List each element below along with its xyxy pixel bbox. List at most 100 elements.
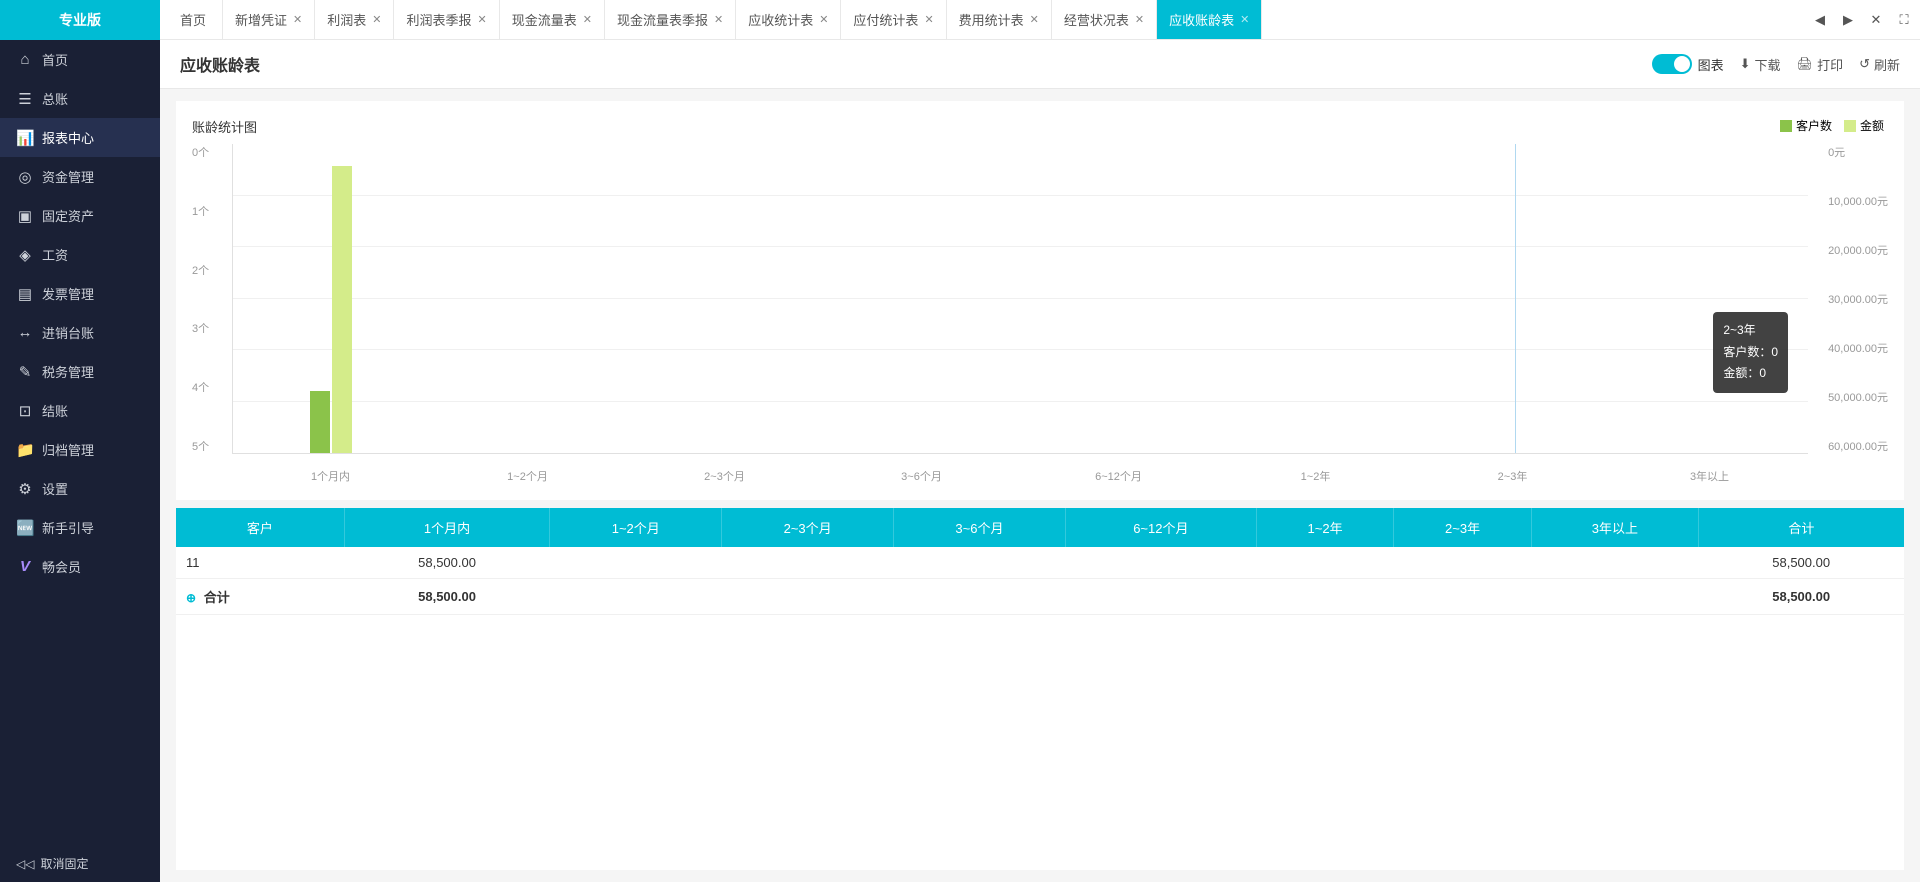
sidebar-logo: 专业版 [0,0,160,40]
tab-cashflow-quarter-close[interactable]: ✕ [714,13,723,26]
sidebar-item-reports[interactable]: 📊 报表中心 [0,118,160,157]
tab-biz-status-close[interactable]: ✕ [1135,13,1144,26]
chart-toggle-label: 图表 [1698,55,1724,74]
tab-voucher[interactable]: 新增凭证 ✕ [223,0,315,39]
tab-ap-stats-close[interactable]: ✕ [924,13,933,26]
tab-cashflow-close[interactable]: ✕ [583,13,592,26]
bar-group-m36 [824,144,1021,453]
sidebar-item-invoice[interactable]: ▤ 发票管理 [0,274,160,313]
tab-home[interactable]: 首页 [164,0,223,39]
tab-ap-stats[interactable]: 应付统计表 ✕ [841,0,946,39]
td-total-m1: 58,500.00 [344,579,550,615]
bar-m1-customer [310,391,330,453]
payroll-icon: ◈ [16,246,34,264]
td-y3plus [1531,547,1698,579]
sidebar-item-home[interactable]: ⌂ 首页 [0,40,160,79]
table-header-row: 客户 1个月内 1~2个月 2~3个月 3~6个月 6~12个月 1~2年 2~… [176,508,1904,547]
sidebar-item-vip[interactable]: V 畅会员 [0,547,160,586]
tab-voucher-close[interactable]: ✕ [293,13,302,26]
pin-icon: ◁◁ [16,857,34,871]
bars-area [233,144,1808,453]
tab-biz-status[interactable]: 经营状况表 ✕ [1052,0,1157,39]
tab-cashflow-label: 现金流量表 [512,10,577,29]
sidebar-item-ledger[interactable]: ☰ 总账 [0,79,160,118]
table-wrap: 客户 1个月内 1~2个月 2~3个月 3~6个月 6~12个月 1~2年 2~… [176,508,1904,870]
tab-ar-stats-close[interactable]: ✕ [819,13,828,26]
download-button[interactable]: ⬇ 下载 [1740,55,1781,74]
print-button[interactable]: 🖨 打印 [1797,55,1844,74]
chart-toggle[interactable] [1652,54,1692,74]
refresh-label: 刷新 [1874,55,1900,74]
sidebar-item-settings[interactable]: ⚙ 设置 [0,469,160,508]
sidebar-item-funds[interactable]: ◎ 资金管理 [0,157,160,196]
tab-ar-aging-close[interactable]: ✕ [1240,13,1249,26]
tab-nav-left[interactable]: ◀ [1808,8,1832,32]
sidebar-item-assets[interactable]: ▣ 固定资产 [0,196,160,235]
chart-title: 账龄统计图 [192,117,1888,136]
tab-expense-stats[interactable]: 费用统计表 ✕ [947,0,1052,39]
bar-m1-amount [332,166,352,453]
th-m12: 1~2个月 [550,508,722,547]
td-total-m612 [1065,579,1256,615]
y-right-label-60k: 60,000.00元 [1828,438,1888,454]
th-m1: 1个月内 [344,508,550,547]
tab-ar-stats[interactable]: 应收统计表 ✕ [736,0,841,39]
tax-icon: ✎ [16,363,34,381]
legend-amount-color [1844,120,1856,132]
tab-cashflow[interactable]: 现金流量表 ✕ [500,0,605,39]
tab-profit-quarter[interactable]: 利润表季报 ✕ [394,0,499,39]
bar-group-m12 [430,144,627,453]
tab-close-all[interactable]: ✕ [1864,8,1888,32]
sidebar-item-label: 进销台账 [42,323,94,342]
tab-expense-stats-close[interactable]: ✕ [1030,13,1039,26]
td-m23 [722,547,894,579]
tab-expand[interactable]: ⛶ [1892,8,1916,32]
sidebar-item-closing[interactable]: ⊡ 结账 [0,391,160,430]
sidebar-item-label: 固定资产 [42,206,94,225]
legend-customer-color [1780,120,1792,132]
bar-group-m23 [627,144,824,453]
tab-nav-right[interactable]: ▶ [1836,8,1860,32]
y-right-label-10k: 10,000.00元 [1828,193,1888,209]
x-label-m612: 6~12个月 [1020,464,1217,484]
y-axis-left: 5个 4个 3个 2个 1个 0个 [192,144,209,454]
td-m612 [1065,547,1256,579]
x-label-y3plus: 3年以上 [1611,464,1808,484]
sidebar-item-archive[interactable]: 📁 归档管理 [0,430,160,469]
sidebar-pin-toggle[interactable]: ◁◁ 取消固定 [0,845,160,882]
sidebar-item-label: 设置 [42,479,68,498]
sidebar: 专业版 ⌂ 首页 ☰ 总账 📊 报表中心 ◎ 资金管理 ▣ 固定资产 ◈ 工资 … [0,0,160,882]
bar-group-y3plus [1611,144,1808,453]
stock-icon: ↔ [16,324,34,341]
subtotal-icon: ⊕ [186,591,196,605]
tab-cashflow-quarter-label: 现金流量表季报 [617,10,708,29]
y-right-label-20k: 20,000.00元 [1828,242,1888,258]
sidebar-item-payroll[interactable]: ◈ 工资 [0,235,160,274]
tab-ar-aging[interactable]: 应收账龄表 ✕ [1157,0,1262,39]
sidebar-item-tax[interactable]: ✎ 税务管理 [0,352,160,391]
tab-profit-close[interactable]: ✕ [372,13,381,26]
download-icon: ⬇ [1740,56,1751,72]
settings-icon: ⚙ [16,480,34,498]
sidebar-item-stock[interactable]: ↔ 进销台账 [0,313,160,352]
sidebar-item-guide[interactable]: 🆕 新手引导 [0,508,160,547]
sidebar-item-label: 总账 [42,89,68,108]
total-label: 合计 [204,590,230,605]
tab-expense-stats-label: 费用统计表 [959,10,1024,29]
x-label-y12: 1~2年 [1217,464,1414,484]
x-axis: 1个月内 1~2个月 2~3个月 3~6个月 6~12个月 1~2年 2~3年 … [232,464,1808,484]
y-axis-right: 60,000.00元 50,000.00元 40,000.00元 30,000.… [1828,144,1888,454]
tab-ar-aging-label: 应收账龄表 [1169,10,1234,29]
th-y3plus: 3年以上 [1531,508,1698,547]
chart-legend: 客户数 金额 [1780,117,1884,134]
page-header: 应收账龄表 图表 ⬇ 下载 🖨 打印 ↺ 刷新 [160,40,1920,89]
page-title: 应收账龄表 [180,52,260,76]
y-left-label-3: 3个 [192,320,209,336]
tab-profit[interactable]: 利润表 ✕ [315,0,394,39]
th-m612: 6~12个月 [1065,508,1256,547]
sidebar-item-label: 工资 [42,245,68,264]
refresh-button[interactable]: ↺ 刷新 [1859,55,1900,74]
tab-cashflow-quarter[interactable]: 现金流量表季报 ✕ [605,0,736,39]
tab-ar-stats-label: 应收统计表 [748,10,813,29]
tab-profit-quarter-close[interactable]: ✕ [478,13,487,26]
